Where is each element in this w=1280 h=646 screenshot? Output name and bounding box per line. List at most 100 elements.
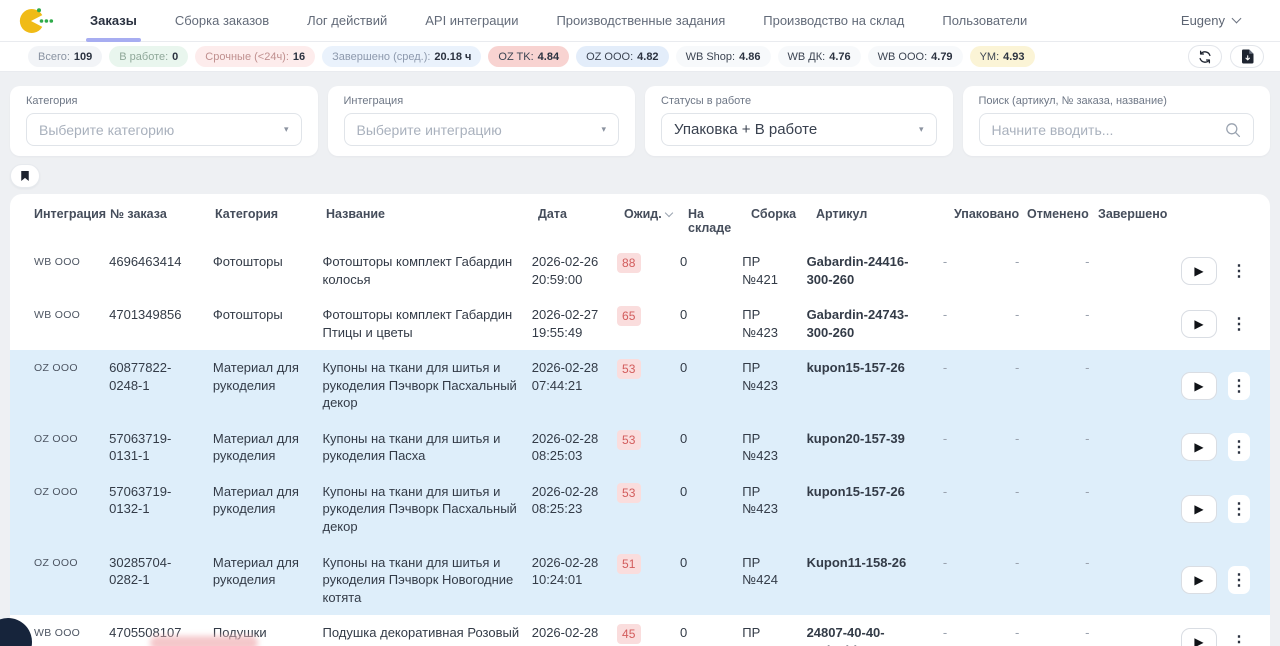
order-number-cell: 60877822-0248-1: [109, 360, 172, 393]
cancelled-cell: -: [1014, 254, 1020, 269]
search-field: [978, 113, 1254, 146]
start-order-button[interactable]: ▶: [1181, 256, 1217, 285]
row-menu-button[interactable]: ⋮: [1228, 371, 1250, 400]
nav-tab-action-log[interactable]: Лог действий: [307, 0, 387, 41]
stat-label: Завершено (сред.):: [332, 50, 431, 63]
column-header-order-no[interactable]: № заказа: [110, 207, 215, 235]
date-cell: 2026-02-28 15:36:44: [531, 625, 599, 646]
waiting-badge: 53: [616, 359, 641, 380]
table-row[interactable]: OZ ООО 57063719-0132-1 Материал для руко…: [10, 473, 1270, 545]
start-order-button[interactable]: ▶: [1181, 565, 1217, 594]
nav-tabs: Заказы Сборка заказов Лог действий API инте…: [86, 0, 1027, 42]
start-order-button[interactable]: ▶: [1181, 627, 1217, 646]
column-header-integration[interactable]: Интеграция: [34, 207, 110, 235]
product-name-cell: Купоны на ткани для шитья и рукоделия Пэ…: [322, 554, 514, 605]
completed-cell: -: [1085, 360, 1090, 376]
row-menu-button[interactable]: ⋮: [1228, 495, 1250, 524]
pacman-logo-icon[interactable]: [18, 7, 56, 35]
row-actions: ▶ ⋮: [1181, 565, 1270, 594]
table-row[interactable]: WB ООО 4701349856 Фотошторы Фотошторы ко…: [10, 297, 1270, 350]
table-row[interactable]: WB ООО 4696463414 Фотошторы Фотошторы ко…: [10, 244, 1270, 297]
date-cell: 2026-02-28 08:25:03: [531, 430, 599, 464]
row-menu-button[interactable]: ⋮: [1228, 565, 1250, 594]
column-header-category[interactable]: Категория: [215, 207, 326, 235]
nav-tab-users[interactable]: Пользователи: [942, 0, 1027, 41]
stat-pills: Всего: 109 В работе: 0 Срочные (<24ч): 16 Заве…: [28, 46, 1035, 67]
user-menu[interactable]: Eugeny: [1180, 13, 1242, 28]
packed-cell: -: [942, 307, 948, 323]
file-export-icon: [1241, 49, 1253, 64]
completed-cell: -: [1085, 307, 1090, 323]
stat-value: 0: [172, 50, 179, 63]
filters-row: Категория Выберите категорию ▾ Интеграци…: [10, 86, 1270, 156]
completed-cell: -: [1085, 625, 1090, 641]
stats-actions: [1188, 45, 1264, 68]
play-icon: ▶: [1194, 502, 1204, 517]
column-header-name[interactable]: Название: [326, 207, 538, 235]
nav-tab-production-tasks[interactable]: Производственные задания: [556, 0, 725, 41]
nav-tab-orders[interactable]: Заказы: [86, 0, 141, 42]
column-header-date[interactable]: Дата: [538, 207, 624, 235]
start-order-button[interactable]: ▶: [1181, 309, 1217, 338]
sku-cell: kupon20-157-39: [806, 430, 905, 446]
date-cell: 2026-02-27 19:55:49: [531, 307, 599, 340]
category-cell: Материал для рукоделия: [212, 430, 299, 464]
column-header-cancelled[interactable]: Отменено: [1027, 207, 1098, 235]
stat-pill-oz-ooo: OZ ООО: 4.82: [576, 46, 669, 67]
row-menu-button[interactable]: ⋮: [1228, 627, 1250, 646]
nav-tab-production-to-stock[interactable]: Производство на склад: [763, 0, 904, 41]
stat-value: 4.93: [1003, 50, 1025, 63]
assembly-cell: ПР №423: [742, 483, 778, 517]
start-order-button[interactable]: ▶: [1181, 495, 1217, 524]
start-order-button[interactable]: ▶: [1181, 371, 1217, 400]
start-order-button[interactable]: ▶: [1181, 433, 1217, 462]
search-input[interactable]: [991, 121, 1225, 138]
cancelled-cell: -: [1014, 307, 1020, 323]
sku-cell: Gabardin-24416-300-260: [806, 254, 909, 287]
play-icon: ▶: [1194, 378, 1204, 393]
table-row[interactable]: OZ ООО 57063719-0131-1 Материал для руко…: [10, 420, 1270, 474]
on-stock-cell: 0: [680, 307, 688, 323]
row-menu-button[interactable]: ⋮: [1228, 309, 1250, 338]
column-header-packed[interactable]: Упаковано: [954, 207, 1027, 235]
integration-select-placeholder: Выберите интеграцию: [356, 121, 502, 138]
stat-value: 16: [292, 50, 306, 63]
category-select[interactable]: Выберите категорию ▾: [26, 113, 302, 146]
nav-tab-api-integrations[interactable]: API интеграции: [425, 0, 518, 41]
sort-chevron-icon: [664, 208, 673, 218]
user-name: Eugeny: [1180, 13, 1225, 28]
stat-label: В работе:: [119, 50, 169, 63]
nav-tab-order-assembly[interactable]: Сборка заказов: [175, 0, 269, 41]
bookmark-filter-button[interactable]: [10, 164, 40, 188]
stat-value: 20.18 ч: [434, 50, 472, 63]
row-menu-button[interactable]: ⋮: [1228, 256, 1250, 285]
column-header-sku[interactable]: Артикул: [816, 207, 954, 235]
refresh-button[interactable]: [1188, 45, 1222, 68]
stat-label: WB ООО:: [877, 50, 928, 63]
column-header-on-stock[interactable]: На складе: [688, 207, 751, 235]
column-header-completed[interactable]: Завершено: [1098, 207, 1195, 235]
waiting-cell: 53: [616, 482, 680, 536]
integration-cell: OZ ООО: [34, 485, 78, 498]
cancelled-cell: -: [1014, 430, 1020, 446]
statuses-select[interactable]: Упаковка + В работе ▾: [661, 113, 937, 146]
date-cell: 2026-02-28 08:25:23: [531, 483, 599, 517]
integration-cell: OZ ООО: [34, 432, 78, 445]
row-menu-button[interactable]: ⋮: [1228, 433, 1250, 462]
on-stock-cell: 0: [680, 625, 688, 641]
packed-cell: -: [942, 254, 948, 269]
column-header-assembly[interactable]: Сборка: [751, 207, 816, 235]
row-actions: ▶ ⋮: [1181, 309, 1270, 338]
on-stock-cell: 0: [680, 483, 688, 499]
stat-value: 4.79: [931, 50, 953, 63]
table-row[interactable]: OZ ООО 30285704-0282-1 Материал для руко…: [10, 544, 1270, 616]
stat-value: 4.76: [829, 50, 851, 63]
completed-cell: -: [1085, 554, 1090, 570]
table-row[interactable]: OZ ООО 60877822-0248-1 Материал для руко…: [10, 350, 1270, 421]
category-cell: Материал для рукоделия: [212, 483, 299, 517]
export-report-button[interactable]: [1230, 45, 1264, 68]
column-header-waiting[interactable]: Ожид.: [624, 207, 688, 235]
stat-label: WB Shop:: [685, 50, 736, 63]
assembly-cell: ПР №424: [742, 554, 778, 588]
integration-select[interactable]: Выберите интеграцию ▾: [343, 113, 619, 146]
